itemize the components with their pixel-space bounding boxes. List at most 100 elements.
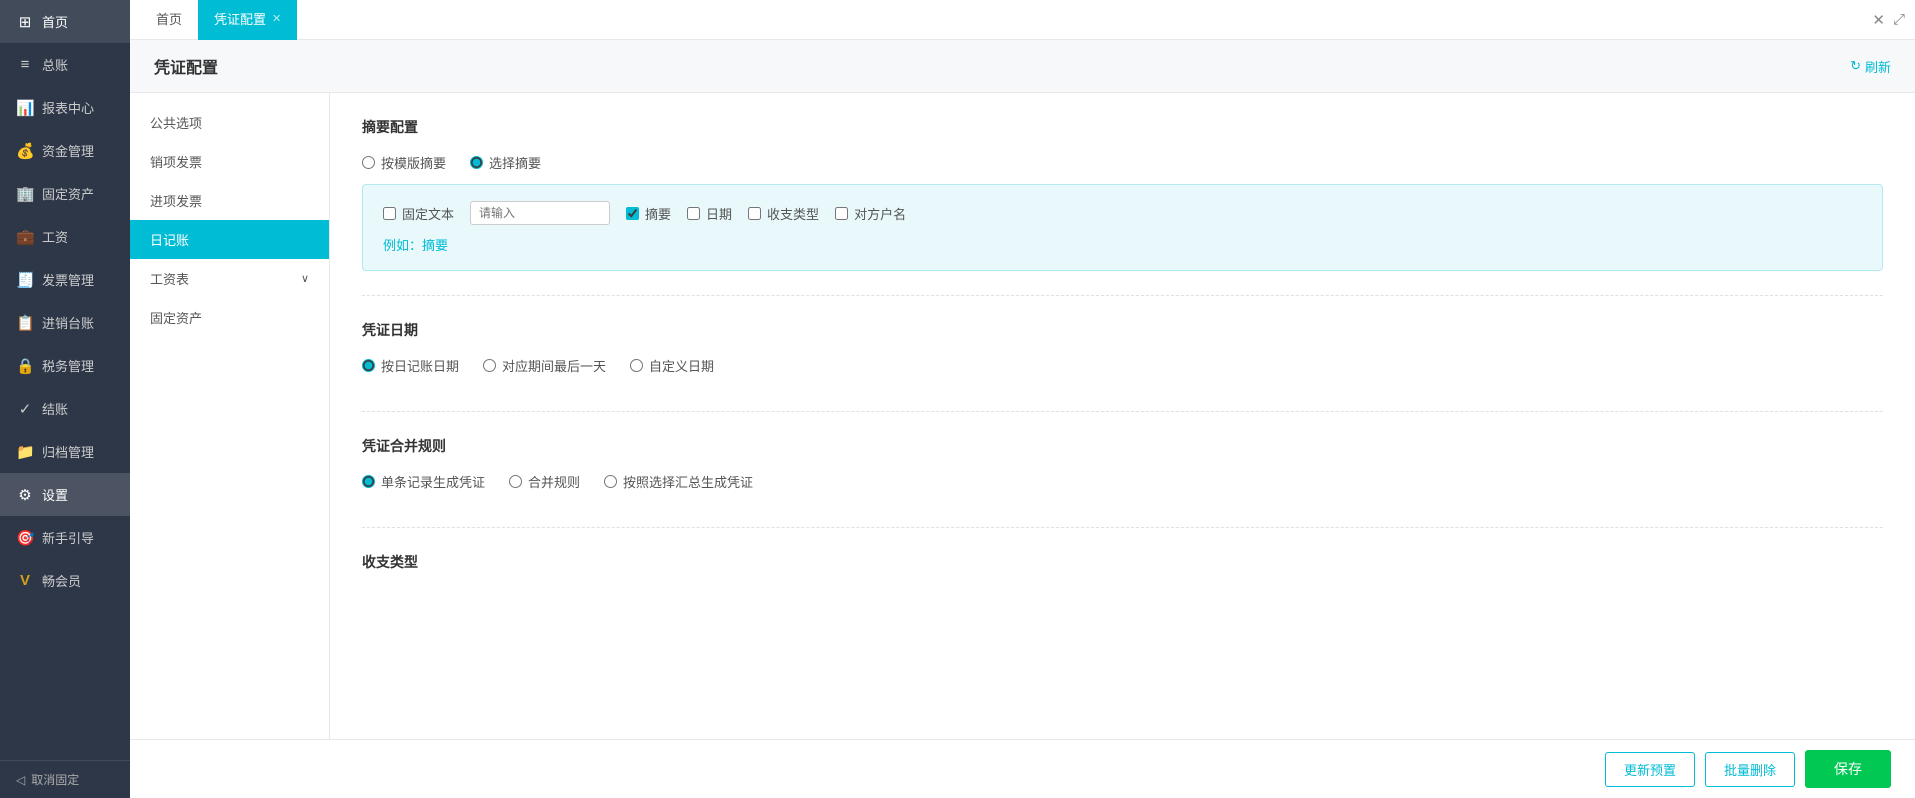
left-nav-item-label: 日记账 xyxy=(150,230,189,249)
fixed-text-label: 固定文本 xyxy=(402,204,454,223)
left-nav: 公共选项 销项发票 进项发票 日记账 工资表 ∨ 固定资产 xyxy=(130,93,330,739)
sidebar-item-label: 资金管理 xyxy=(42,141,94,160)
sidebar-item-label: 固定资产 xyxy=(42,184,94,203)
income-type-option[interactable]: 收支类型 xyxy=(748,204,819,223)
batch-delete-button[interactable]: 批量删除 xyxy=(1705,752,1795,787)
sidebar-unpin-button[interactable]: ◁ 取消固定 xyxy=(0,760,130,798)
sidebar-item-label: 工资 xyxy=(42,227,68,246)
custom-date-label: 自定义日期 xyxy=(649,356,714,375)
sidebar-item-salary[interactable]: 💼 工资 xyxy=(0,215,130,258)
abstract-checkbox[interactable] xyxy=(626,207,639,220)
fixed-text-checkbox[interactable] xyxy=(383,207,396,220)
main-area: 首页 凭证配置 ✕ ✕ ⤢ 凭证配置 ↻ 刷新 公共选项 销项发票 进 xyxy=(130,0,1915,798)
date-option[interactable]: 日期 xyxy=(687,204,732,223)
tax-icon: 🔒 xyxy=(16,357,34,375)
sidebar-item-reconcile[interactable]: 📋 进销台账 xyxy=(0,301,130,344)
left-nav-item-fixed-asset[interactable]: 固定资产 xyxy=(130,298,329,337)
fixed-text-input[interactable] xyxy=(470,201,610,225)
sidebar-item-vip[interactable]: V 畅会员 xyxy=(0,559,130,602)
sidebar-item-invoice-mgmt[interactable]: 🧾 发票管理 xyxy=(0,258,130,301)
last-day-option[interactable]: 对应期间最后一天 xyxy=(483,356,606,375)
left-nav-item-purchase-invoice[interactable]: 进项发票 xyxy=(130,181,329,220)
update-preview-button[interactable]: 更新预置 xyxy=(1605,752,1695,787)
select-summary-merge-option[interactable]: 按照选择汇总生成凭证 xyxy=(604,472,753,491)
merge-rule-radio-group: 单条记录生成凭证 合并规则 按照选择汇总生成凭证 xyxy=(362,472,1883,491)
sidebar-item-fund[interactable]: 💰 资金管理 xyxy=(0,129,130,172)
summary-section-title: 摘要配置 xyxy=(362,117,1883,137)
abstract-label: 摘要 xyxy=(645,204,671,223)
opposite-name-option[interactable]: 对方户名 xyxy=(835,204,906,223)
select-summary-option[interactable]: 选择摘要 xyxy=(470,153,541,172)
summary-section: 摘要配置 按模版摘要 选择摘要 固定文本 xyxy=(362,117,1883,296)
sidebar-item-tax[interactable]: 🔒 税务管理 xyxy=(0,344,130,387)
right-content: 摘要配置 按模版摘要 选择摘要 固定文本 xyxy=(330,93,1915,739)
sidebar: ⊞ 首页 ≡ 总账 📊 报表中心 💰 资金管理 🏢 固定资产 💼 工资 🧾 发票… xyxy=(0,0,130,798)
sidebar-item-label: 税务管理 xyxy=(42,356,94,375)
date-label: 日期 xyxy=(706,204,732,223)
merge-rule-title: 凭证合并规则 xyxy=(362,436,1883,456)
merge-rule-option[interactable]: 合并规则 xyxy=(509,472,580,491)
sidebar-item-label: 进销台账 xyxy=(42,313,94,332)
sidebar-item-guide[interactable]: 🎯 新手引导 xyxy=(0,516,130,559)
fixed-text-option[interactable]: 固定文本 xyxy=(383,204,454,223)
last-day-radio[interactable] xyxy=(483,359,496,372)
tab-voucher-config[interactable]: 凭证配置 ✕ xyxy=(198,0,297,40)
save-button[interactable]: 保存 xyxy=(1805,750,1891,788)
window-close-icon[interactable]: ✕ xyxy=(1872,11,1885,29)
select-summary-radio[interactable] xyxy=(470,156,483,169)
income-type-label: 收支类型 xyxy=(767,204,819,223)
page-title: 凭证配置 xyxy=(154,54,218,78)
left-nav-item-journal[interactable]: 日记账 xyxy=(130,220,329,259)
income-type-checkbox[interactable] xyxy=(748,207,761,220)
voucher-date-section: 凭证日期 按日记账日期 对应期间最后一天 自定义日期 xyxy=(362,320,1883,412)
report-icon: 📊 xyxy=(16,99,34,117)
sidebar-item-asset[interactable]: 🏢 固定资产 xyxy=(0,172,130,215)
unpin-icon: ◁ xyxy=(16,773,25,787)
tab-home[interactable]: 首页 xyxy=(140,0,198,40)
custom-date-radio[interactable] xyxy=(630,359,643,372)
voucher-date-radio-group: 按日记账日期 对应期间最后一天 自定义日期 xyxy=(362,356,1883,375)
template-summary-option[interactable]: 按模版摘要 xyxy=(362,153,446,172)
select-summary-merge-radio[interactable] xyxy=(604,475,617,488)
left-nav-item-public[interactable]: 公共选项 xyxy=(130,103,329,142)
sidebar-item-label: 发票管理 xyxy=(42,270,94,289)
sidebar-item-settle[interactable]: ✓ 结账 xyxy=(0,387,130,430)
left-nav-item-sales-invoice[interactable]: 销项发票 xyxy=(130,142,329,181)
opposite-name-checkbox[interactable] xyxy=(835,207,848,220)
window-expand-icon[interactable]: ⤢ xyxy=(1893,11,1905,28)
unpin-label: 取消固定 xyxy=(31,771,79,788)
abstract-option[interactable]: 摘要 xyxy=(626,204,671,223)
by-journal-date-option[interactable]: 按日记账日期 xyxy=(362,356,459,375)
ledger-icon: ≡ xyxy=(16,56,34,73)
sidebar-item-label: 首页 xyxy=(42,12,68,31)
merge-rule-radio[interactable] xyxy=(509,475,522,488)
sidebar-item-label: 报表中心 xyxy=(42,98,94,117)
sidebar-item-report[interactable]: 📊 报表中心 xyxy=(0,86,130,129)
left-nav-item-salary-table[interactable]: 工资表 ∨ xyxy=(130,259,329,298)
refresh-button[interactable]: ↻ 刷新 xyxy=(1850,57,1891,76)
sidebar-item-home[interactable]: ⊞ 首页 xyxy=(0,0,130,43)
fund-icon: 💰 xyxy=(16,142,34,160)
date-checkbox[interactable] xyxy=(687,207,700,220)
select-summary-label: 选择摘要 xyxy=(489,153,541,172)
tab-voucher-config-label: 凭证配置 xyxy=(214,9,266,28)
single-record-option[interactable]: 单条记录生成凭证 xyxy=(362,472,485,491)
asset-icon: 🏢 xyxy=(16,185,34,203)
salary-icon: 💼 xyxy=(16,228,34,246)
single-record-label: 单条记录生成凭证 xyxy=(381,472,485,491)
template-summary-radio[interactable] xyxy=(362,156,375,169)
sidebar-item-label: 归档管理 xyxy=(42,442,94,461)
sidebar-item-archive[interactable]: 📁 归档管理 xyxy=(0,430,130,473)
sidebar-item-label: 畅会员 xyxy=(42,571,81,590)
page-header: 凭证配置 ↻ 刷新 xyxy=(130,40,1915,93)
vip-icon: V xyxy=(16,572,34,589)
by-journal-date-label: 按日记账日期 xyxy=(381,356,459,375)
custom-date-option[interactable]: 自定义日期 xyxy=(630,356,714,375)
tab-close-icon[interactable]: ✕ xyxy=(272,12,281,25)
voucher-date-title: 凭证日期 xyxy=(362,320,1883,340)
sidebar-item-settings[interactable]: ⚙ 设置 xyxy=(0,473,130,516)
sidebar-item-ledger[interactable]: ≡ 总账 xyxy=(0,43,130,86)
by-journal-date-radio[interactable] xyxy=(362,359,375,372)
single-record-radio[interactable] xyxy=(362,475,375,488)
refresh-label: 刷新 xyxy=(1865,57,1891,76)
